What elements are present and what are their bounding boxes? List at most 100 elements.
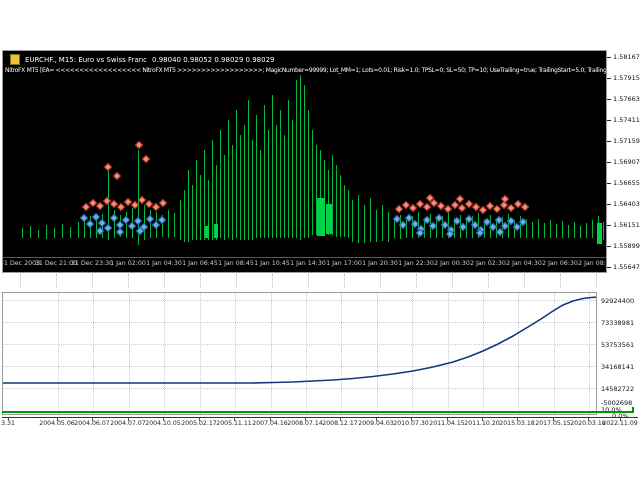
date-axis-label: 2004.06.07 [74,420,110,427]
date-axis-tick [199,418,200,421]
price-tick [607,78,611,79]
candle-bar [272,95,273,238]
candle-bar [580,226,581,238]
candle-bar [256,115,257,238]
time-axis-label: 1 Jan 20:30 [362,260,398,267]
grid-tick [488,274,490,288]
date-axis-label: 2009.04.03 [358,420,394,427]
price-tick [607,57,611,58]
grid-tick [416,274,418,288]
date-axis-label: 2004.10.05 [145,420,181,427]
candle-bar [280,110,281,238]
candle-bar [174,213,175,237]
price-tick-label: 1.57915 [613,74,640,82]
candle-bar [252,140,253,240]
candle-bar [288,100,289,238]
date-axis-label: 2020.03.16 [570,420,606,427]
date-axis-tick [620,418,621,421]
time-axis-label: 1 Jan 10:45 [254,260,290,267]
buy-marker [115,227,125,237]
candle-bar [544,223,545,238]
candle-bar [22,228,23,238]
date-axis-tick [128,418,129,421]
sell-marker [112,171,122,181]
candle-bar [46,225,47,239]
candle-bar [212,140,213,240]
time-axis-label: 31 Dec 23:30 [70,260,114,267]
grid-tick [272,274,274,288]
candle-body [326,204,332,234]
grid-tick [560,274,562,288]
price-tick [607,183,611,184]
date-axis-tick [234,418,235,421]
candle-bar [260,150,261,238]
candle-bar [276,125,277,238]
candle-bar [284,135,285,238]
money-scale-label: 73338981 [601,319,635,327]
grid-tick [524,274,526,288]
candle-bar [568,225,569,238]
grid-tick [20,274,22,288]
candle-bar [38,230,39,238]
candle-bar [228,120,229,238]
money-scale-label: 92924400 [601,297,635,305]
grid-tick [92,274,94,288]
date-axis-tick [553,418,554,421]
date-axis-label: 2005.11.11 [216,420,252,427]
sell-marker [520,202,530,212]
candle-bar [30,226,31,238]
ea-parameters-line: NitroFX MT5 [EA= <<<<<<<<<<<<<<<<<< Nitr… [5,67,607,74]
price-tick-label: 1.55647 [613,263,640,271]
candle-bar [308,110,309,238]
candle-bar [184,190,185,242]
date-axis-label: 2015.03.18 [499,420,535,427]
equity-panel[interactable] [2,292,597,415]
candle-body [214,224,218,238]
candle-bar [196,160,197,240]
candle-bar [78,222,79,238]
time-axis-label: 2 Jan 06:30 [542,260,578,267]
candle-bar [240,135,241,240]
candle-bar [236,110,237,238]
zero-percent-line [2,411,633,413]
date-axis-label: 2008.12.17 [322,420,358,427]
price-tick-label: 1.57159 [613,137,640,145]
time-axis-label: 1 Jan 06:45 [182,260,218,267]
grid-tick [236,274,238,288]
candle-bar [248,100,249,240]
candle-bar [304,85,305,238]
date-axis-tick [57,418,58,421]
symbol-title: EURCHF., M15: Euro vs Swiss Franc [25,55,148,64]
date-axis-tick [8,418,9,421]
money-scale-label: 34168141 [601,363,635,371]
candle-bar [332,155,333,235]
candle-bar [188,170,189,242]
grid-tick [308,274,310,288]
candle-bar [70,227,71,238]
time-axis-label: 2 Jan 04:30 [506,260,542,267]
candle-bar [436,220,437,238]
date-axis-label: 2011.10.20 [464,420,500,427]
price-tick-label: 1.56655 [613,179,640,187]
date-axis-tick [411,418,412,421]
chart-title-row: EURCHF., M15: Euro vs Swiss Franc 0.9804… [10,54,275,65]
price-tick [607,225,611,226]
time-axis-label: 1 Jan 22:30 [398,260,434,267]
candle-bar [264,105,265,238]
date-axis-tick [270,418,271,421]
candle-bar [603,222,604,240]
candle-bar [296,80,297,238]
candle-bar [312,130,313,235]
candle-bar [538,219,539,238]
candle-body [317,198,325,236]
time-axis-separator [3,257,606,258]
candle-bar [406,220,407,238]
candle-bar [364,205,365,243]
candle-bar [192,185,193,240]
sell-marker [141,154,151,164]
candle-bar [84,220,85,238]
candle-bar [358,195,359,243]
price-chart-panel[interactable]: EURCHF., M15: Euro vs Swiss Franc 0.9804… [2,50,607,273]
price-tick [607,204,611,205]
date-axis-tick [588,418,589,421]
